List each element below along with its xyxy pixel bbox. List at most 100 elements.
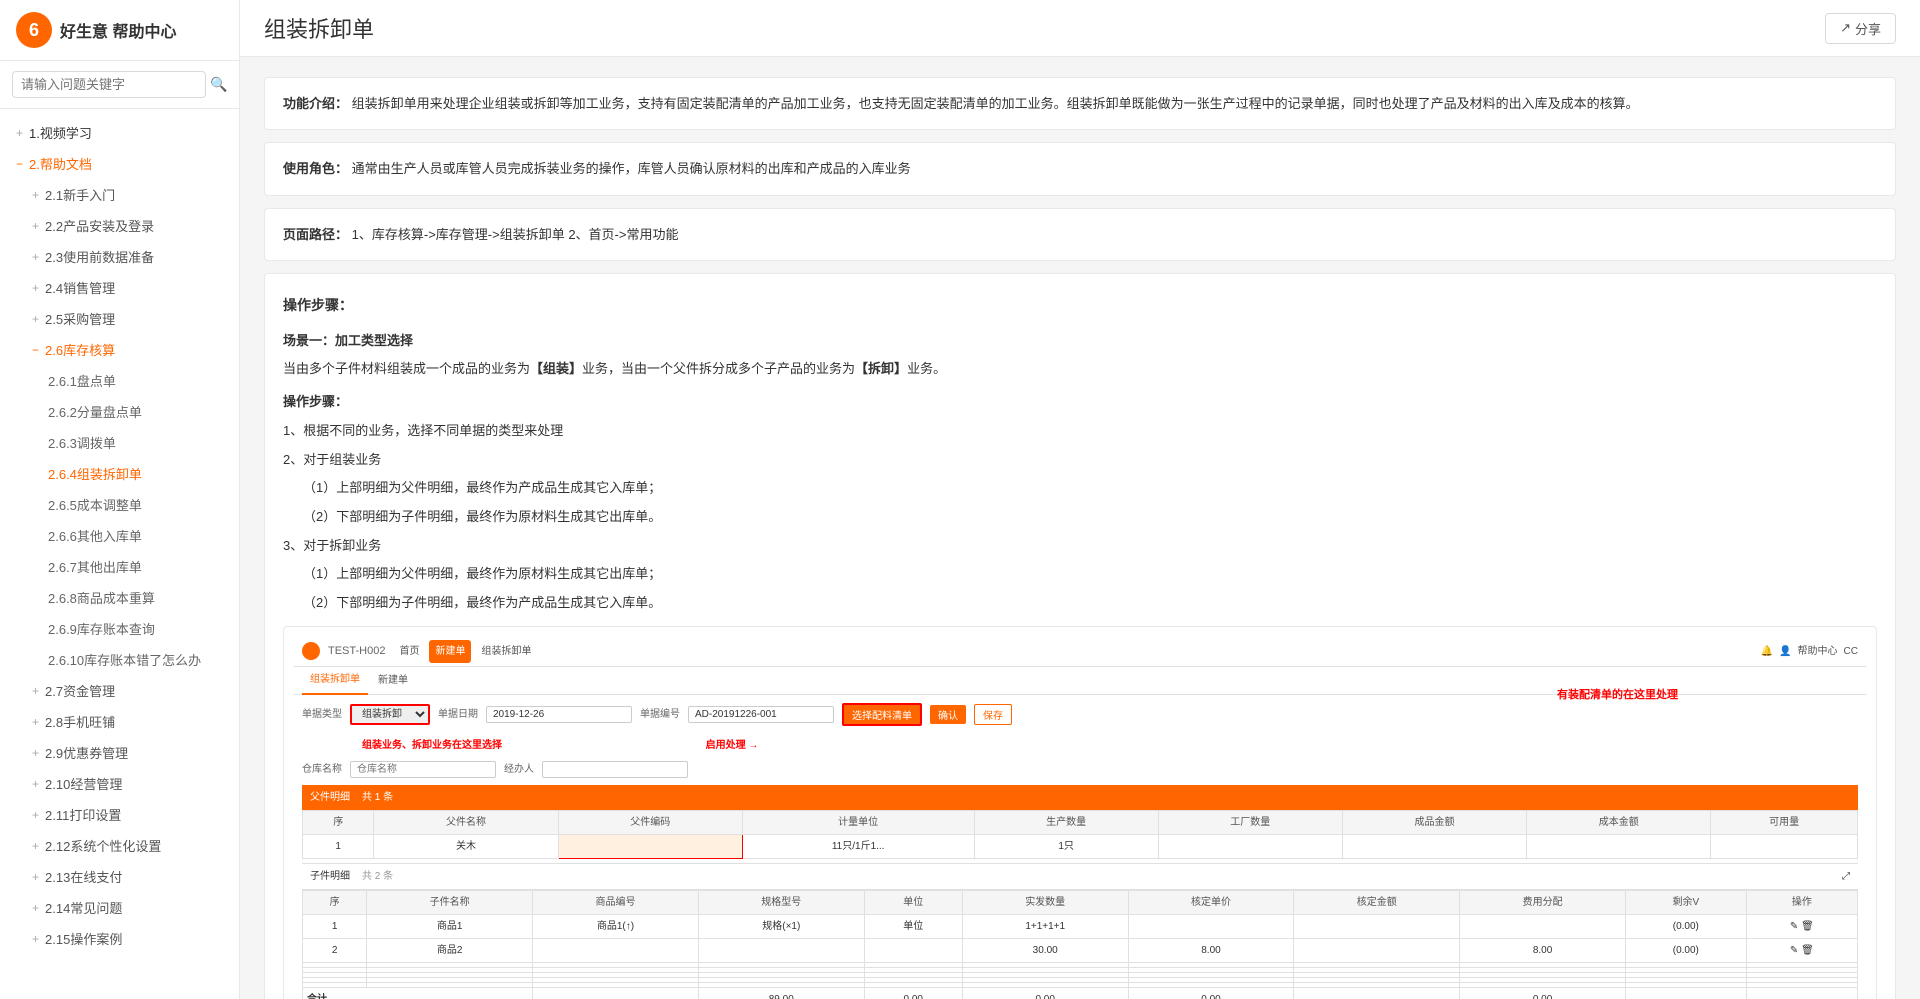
- plus-icon: +: [32, 870, 39, 884]
- sidebar-item-2-6-8[interactable]: 2.6.8商品成本重算: [0, 582, 239, 613]
- ss-col-parent-name: 父件名称: [374, 811, 558, 835]
- ss-top-table: 序 父件名称 父件编码 计量单位 生产数量 工厂数量 成品金额 成本金额 可用量: [302, 810, 1858, 859]
- plus-icon: +: [32, 746, 39, 760]
- ss-nav-home[interactable]: 首页: [393, 640, 425, 663]
- sidebar-item-2-6-5[interactable]: 2.6.5成本调整单: [0, 489, 239, 520]
- sidebar-item-2-6-3[interactable]: 2.6.3调拨单: [0, 427, 239, 458]
- sidebar-item-2-1[interactable]: +2.1新手入门: [0, 179, 239, 210]
- sidebar-item-2-5[interactable]: +2.5采购管理: [0, 303, 239, 334]
- sidebar-item-2-6-9[interactable]: 2.6.9库存账本查询: [0, 613, 239, 644]
- sidebar-item-2-12[interactable]: +2.12系统个性化设置: [0, 830, 239, 861]
- nav-label: 2.帮助文档: [29, 154, 92, 173]
- ss-nav-new[interactable]: 新建单: [429, 640, 471, 663]
- sidebar-item-2[interactable]: −2.帮助文档: [0, 148, 239, 179]
- sidebar-item-2-11[interactable]: +2.11打印设置: [0, 799, 239, 830]
- ss-b-col-op: 操作: [1746, 891, 1857, 915]
- nav-label: 2.2产品安装及登录: [45, 216, 154, 235]
- sidebar-item-1[interactable]: +1.视频学习: [0, 117, 239, 148]
- ss-bottom-count: 共 2 条: [362, 867, 393, 886]
- sidebar-item-2-13[interactable]: +2.13在线支付: [0, 861, 239, 892]
- sidebar-item-2-9[interactable]: +2.9优惠券管理: [0, 737, 239, 768]
- ss-cell-parent-name: 关木: [374, 835, 558, 859]
- sidebar-item-2-6-2[interactable]: 2.6.2分量盘点单: [0, 396, 239, 427]
- ss-b-col-price: 核定单价: [1128, 891, 1294, 915]
- search-box[interactable]: 🔍: [0, 61, 239, 109]
- ss-bottom-table: 序 子件名称 商品编号 规格型号 单位 实发数量 核定单价 核定金额 费用分配: [302, 890, 1858, 999]
- page-title: 组装拆卸单: [264, 12, 374, 44]
- search-input[interactable]: [12, 71, 206, 98]
- annotation-process: 启用处理 →: [706, 740, 759, 751]
- sidebar-item-2-6-7[interactable]: 2.6.7其他出库单: [0, 551, 239, 582]
- sidebar-item-2-2[interactable]: +2.2产品安装及登录: [0, 210, 239, 241]
- plus-icon: +: [16, 126, 23, 140]
- sidebar-item-2-15[interactable]: +2.15操作案例: [0, 923, 239, 954]
- ss-table-footer: 合计 89.00 0.00 0.00 0.00 0.00: [303, 988, 1858, 999]
- ss-staff-input[interactable]: [542, 761, 688, 778]
- share-icon: ↗: [1840, 20, 1851, 36]
- sidebar-item-2-7[interactable]: +2.7资金管理: [0, 675, 239, 706]
- ss-nav: 首页 新建单 组装拆卸单: [393, 640, 1752, 663]
- sidebar-item-2-6-10[interactable]: 2.6.10库存账本错了怎么办: [0, 644, 239, 675]
- ss-subnav-assemble[interactable]: 组装拆卸单: [302, 666, 368, 695]
- plus-icon: +: [32, 312, 39, 326]
- ss-b-col-qty: 实发数量: [962, 891, 1128, 915]
- sidebar: 6 好生意 帮助中心 🔍 +1.视频学习−2.帮助文档+2.1新手入门+2.2产…: [0, 0, 240, 999]
- sidebar-item-2-8[interactable]: +2.8手机旺铺: [0, 706, 239, 737]
- steps-title: 操作步骤：: [283, 292, 1877, 319]
- ss-date-input[interactable]: [486, 706, 632, 723]
- role-text: 通常由生产人员或库管人员完成拆装业务的操作，库管人员确认原材料的出库和产成品的入…: [352, 161, 911, 176]
- annotation-type: 组装业务、拆卸业务在这里选择: [362, 740, 502, 751]
- nav-label: 2.6.1盘点单: [48, 371, 116, 390]
- sidebar-item-2-6-6[interactable]: 2.6.6其他入库单: [0, 520, 239, 551]
- nav-tree: +1.视频学习−2.帮助文档+2.1新手入门+2.2产品安装及登录+2.3使用前…: [0, 109, 239, 999]
- ss-save-btn[interactable]: 保存: [974, 704, 1012, 725]
- ss-b-col-seq: 序: [303, 891, 367, 915]
- ss-b-col-spec: 规格型号: [698, 891, 864, 915]
- nav-label: 2.6.10库存账本错了怎么办: [48, 650, 201, 669]
- nav-label: 2.6.2分量盘点单: [48, 402, 142, 421]
- ss-warehouse-input[interactable]: [350, 761, 496, 778]
- ss-bottom-section-header: 子件明细 共 2 条 ⤢: [302, 863, 1858, 890]
- ss-topbar: TEST-H002 首页 新建单 组装拆卸单 🔔 👤 帮助中心 CC: [294, 637, 1866, 667]
- ss-avatar: CC: [1844, 642, 1858, 661]
- ss-col-produce-qty: 生产数量: [974, 811, 1158, 835]
- plus-icon: +: [32, 839, 39, 853]
- path-block: 页面路径： 1、库存核算->库存管理->组装拆卸单 2、首页->常用功能: [264, 208, 1896, 261]
- nav-label: 2.1新手入门: [45, 185, 115, 204]
- main-header: 组装拆卸单 ↗ 分享: [240, 0, 1920, 57]
- ss-bell-icon: 🔔: [1761, 642, 1773, 661]
- ss-type-select[interactable]: 组装拆卸: [350, 704, 430, 725]
- nav-label: 2.4销售管理: [45, 278, 115, 297]
- ss-col-available: 可用量: [1711, 811, 1858, 835]
- ss-nav-current[interactable]: 组装拆卸单: [475, 640, 537, 663]
- ss-num-input[interactable]: [688, 706, 834, 723]
- sidebar-item-2-6[interactable]: −2.6库存核算: [0, 334, 239, 365]
- sidebar-item-2-14[interactable]: +2.14常见问题: [0, 892, 239, 923]
- share-button[interactable]: ↗ 分享: [1825, 13, 1896, 44]
- ss-confirm-btn[interactable]: 确认: [930, 705, 966, 724]
- intro-label: 功能介绍：: [283, 96, 348, 111]
- sidebar-item-2-6-4[interactable]: 2.6.4组装拆卸单: [0, 458, 239, 489]
- step2-1: （1）上部明细为父件明细，最终作为产成品生成其它入库单；: [283, 476, 1877, 501]
- ss-expand-icon[interactable]: ⤢: [1842, 867, 1850, 886]
- nav-label: 2.6.3调拨单: [48, 433, 116, 452]
- share-label: 分享: [1855, 19, 1881, 38]
- nav-label: 2.6.4组装拆卸单: [48, 464, 142, 483]
- sidebar-item-2-6-1[interactable]: 2.6.1盘点单: [0, 365, 239, 396]
- ss-subnav-list[interactable]: 新建单: [370, 667, 416, 694]
- sidebar-item-2-4[interactable]: +2.4销售管理: [0, 272, 239, 303]
- ss-logo-icon: [302, 642, 320, 660]
- nav-label: 2.12系统个性化设置: [45, 836, 161, 855]
- ss-cell-available: [1711, 835, 1858, 859]
- sidebar-item-2-10[interactable]: +2.10经营管理: [0, 768, 239, 799]
- nav-label: 2.13在线支付: [45, 867, 122, 886]
- path-label: 页面路径：: [283, 227, 348, 242]
- plus-icon: +: [32, 777, 39, 791]
- ss-top-count: 共 1 条: [362, 788, 393, 807]
- search-button[interactable]: 🔍: [210, 76, 227, 93]
- ss-b-col-cost: 费用分配: [1460, 891, 1626, 915]
- annotation-type-row: 组装业务、拆卸业务在这里选择 启用处理 →: [302, 732, 1858, 757]
- sidebar-item-2-3[interactable]: +2.3使用前数据准备: [0, 241, 239, 272]
- annotation-fitted: 有装配清单的在这里处理: [1557, 685, 1678, 706]
- ss-choose-btn[interactable]: 选择配料清单: [842, 703, 922, 726]
